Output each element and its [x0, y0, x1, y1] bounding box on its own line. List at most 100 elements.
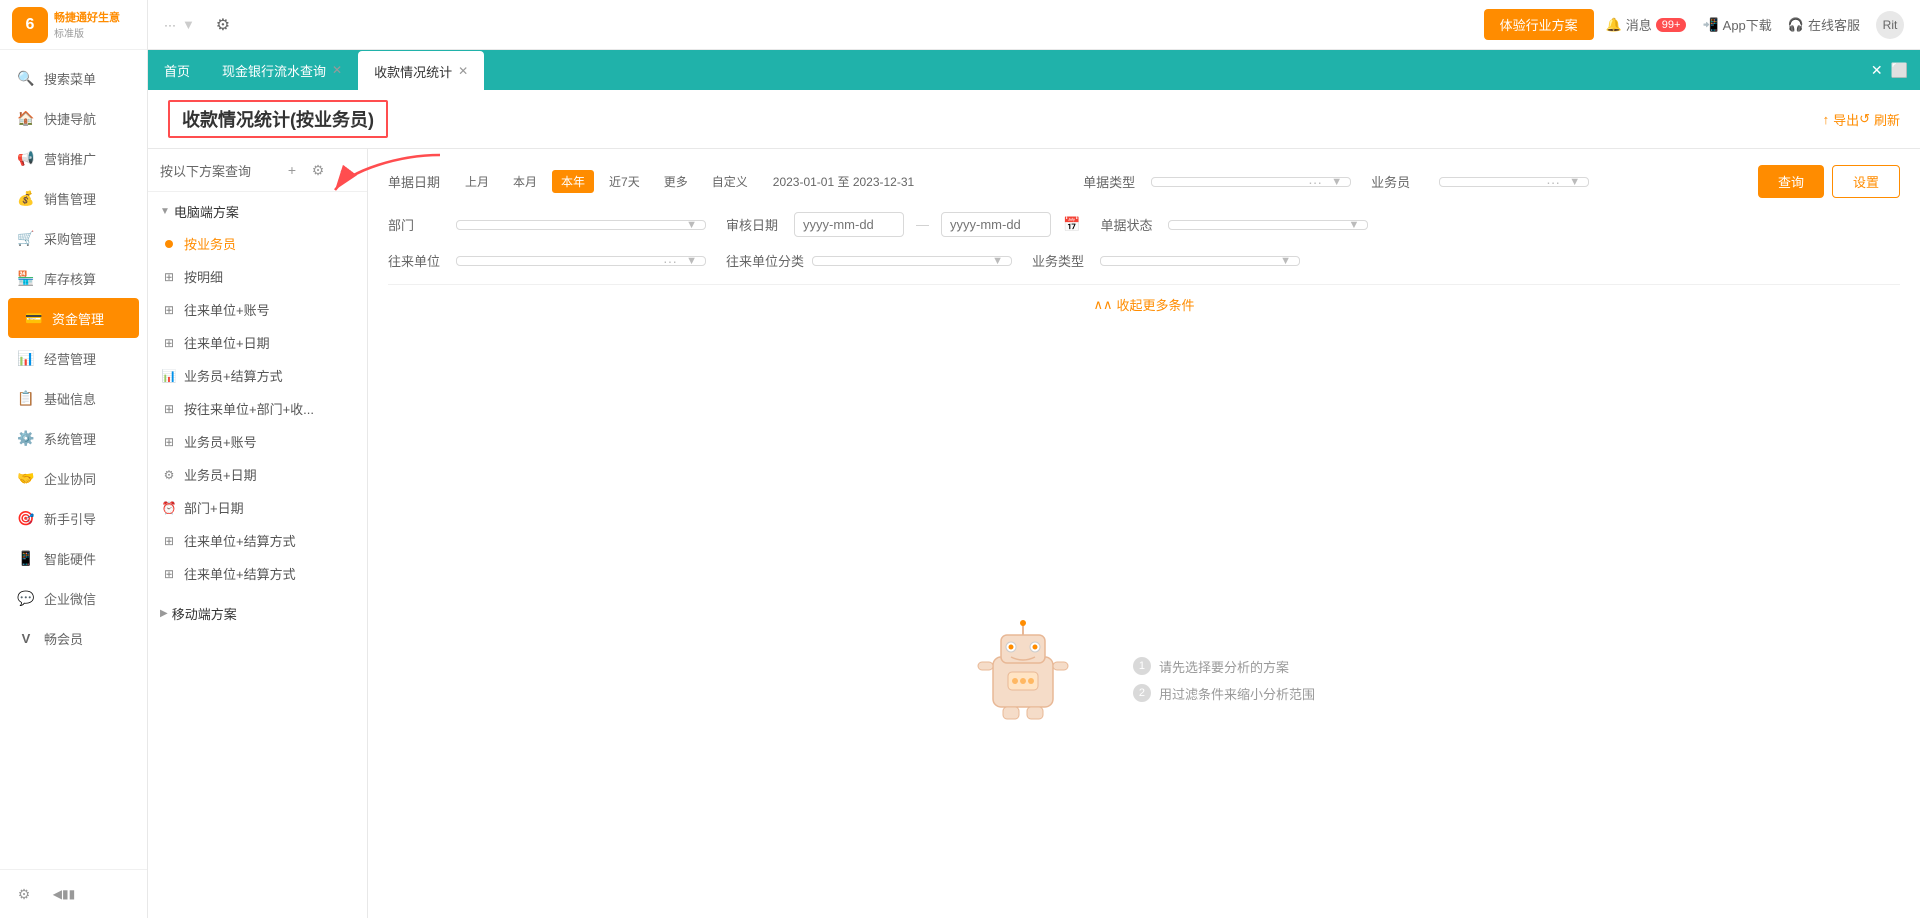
record-type-filter: 单据类型 ··· ▼ — [1083, 172, 1351, 191]
notification-btn[interactable]: 🔔 消息 99+ — [1606, 15, 1687, 34]
sidebar-settings-btn[interactable]: ⚙ — [8, 878, 40, 910]
detail-icon: ⊞ — [160, 268, 178, 286]
record-type-more-icon[interactable]: ··· — [1308, 174, 1322, 190]
salesperson-date-icon: ⚙ — [160, 466, 178, 484]
tree-item-partner-calc1[interactable]: ⊞ 往来单位+结算方式 — [148, 524, 367, 557]
dept-date-icon: ⏰ — [160, 499, 178, 517]
partner-category-select-wrapper: ▼ — [812, 256, 1012, 266]
refresh-btn[interactable]: ↺ 刷新 — [1859, 110, 1900, 129]
tab-cash-flow[interactable]: 现金银行流水查询 ✕ — [206, 50, 358, 90]
tab-maximize-btn[interactable]: ⬜ — [1891, 62, 1908, 79]
tree-item-salesperson-account[interactable]: ⊞ 业务员+账号 — [148, 425, 367, 458]
filter-row-3: 往来单位 ··· ▼ 往来单位分类 ▼ — [388, 251, 1900, 270]
tree-item-partner-dept[interactable]: ⊞ 按往来单位+部门+收... — [148, 392, 367, 425]
review-date-start[interactable] — [794, 212, 904, 237]
date-dash: — — [912, 217, 933, 232]
sidebar-item-sales[interactable]: 💰 销售管理 — [0, 178, 147, 218]
tree-section-desktop-header[interactable]: ▼ 电脑端方案 — [148, 196, 367, 227]
sidebar-item-label: 快捷导航 — [44, 109, 96, 128]
right-area: 单据日期 上月 本月 本年 近7天 更多 自定义 2023-01-01 至 20… — [368, 149, 1920, 918]
sidebar-item-operations[interactable]: 📊 经营管理 — [0, 338, 147, 378]
tree-item-label: 业务员+日期 — [184, 465, 257, 484]
operations-icon: 📊 — [16, 348, 36, 368]
review-date-end[interactable] — [941, 212, 1051, 237]
export-btn[interactable]: ↑ 导出 — [1823, 110, 1860, 129]
tree-item-label: 往来单位+结算方式 — [184, 564, 296, 583]
sidebar-item-member[interactable]: V 畅会员 — [0, 618, 147, 658]
tree-item-label: 按明细 — [184, 267, 223, 286]
collapse-more-btn[interactable]: ∧∧ 收起更多条件 — [1093, 295, 1194, 314]
tree-item-dept-date[interactable]: ⏰ 部门+日期 — [148, 491, 367, 524]
tab-label: 收款情况统计 — [374, 62, 452, 81]
tree-item-salesperson-date[interactable]: ⚙ 业务员+日期 — [148, 458, 367, 491]
hint-item-1: 1 请先选择要分析的方案 — [1133, 657, 1315, 676]
tree-item-by-detail[interactable]: ⊞ 按明细 — [148, 260, 367, 293]
tree-section-mobile-header[interactable]: ▶ 移动端方案 — [148, 598, 367, 629]
date-btn-custom[interactable]: 自定义 — [703, 170, 757, 193]
partner-calc1-icon: ⊞ — [160, 532, 178, 550]
scheme-settings-btn[interactable]: ⚙ — [307, 159, 329, 181]
robot-illustration — [973, 617, 1073, 730]
sidebar-item-basicinfo[interactable]: 📋 基础信息 — [0, 378, 147, 418]
panel-collapse-btn[interactable]: « — [333, 159, 355, 181]
tab-home[interactable]: 首页 — [148, 61, 206, 80]
date-btn-last-month[interactable]: 上月 — [456, 170, 498, 193]
sidebar-item-system[interactable]: ⚙️ 系统管理 — [0, 418, 147, 458]
date-btn-this-year[interactable]: 本年 — [552, 170, 594, 193]
page-title: 收款情况统计(按业务员) — [168, 100, 388, 138]
sidebar-item-label: 资金管理 — [52, 309, 104, 328]
tree-item-partner-calc2[interactable]: ⊞ 往来单位+结算方式 — [148, 557, 367, 590]
sidebar-item-purchase[interactable]: 🛒 采购管理 — [0, 218, 147, 258]
salesperson-more-icon[interactable]: ··· — [1546, 174, 1560, 190]
sidebar: 6 畅捷通好生意 标准版 🔍 搜索菜单 🏠 快捷导航 📢 营销推广 💰 销售管理… — [0, 0, 148, 918]
sidebar-item-hardware[interactable]: 📱 智能硬件 — [0, 538, 147, 578]
left-panel: 按以下方案查询 + ⚙ « ▼ 电脑端方案 按业务员 — [148, 149, 368, 918]
app-logo: 6 畅捷通好生意 标准版 — [0, 0, 147, 50]
online-service-btn[interactable]: 🎧 在线客服 — [1788, 15, 1860, 34]
collapse-bar: ∧∧ 收起更多条件 — [388, 284, 1900, 324]
tree-item-salesperson-calc[interactable]: 📊 业务员+结算方式 — [148, 359, 367, 392]
sidebar-item-wechat[interactable]: 💬 企业微信 — [0, 578, 147, 618]
demo-btn[interactable]: 体验行业方案 — [1484, 9, 1594, 40]
hint-num-1: 1 — [1133, 657, 1151, 675]
empty-hints: 1 请先选择要分析的方案 2 用过滤条件来缩小分析范围 — [1133, 657, 1315, 711]
tree-item-partner-account[interactable]: ⊞ 往来单位+账号 — [148, 293, 367, 326]
sidebar-item-guide[interactable]: 🎯 新手引导 — [0, 498, 147, 538]
avatar-img: Rit — [1876, 11, 1904, 39]
breadcrumb: ··· ▼ — [164, 17, 195, 32]
sidebar-item-enterprise[interactable]: 🤝 企业协同 — [0, 458, 147, 498]
tab-collection-stats[interactable]: 收款情况统计 ✕ — [358, 51, 484, 91]
partner-filter: 往来单位 ··· ▼ — [388, 251, 706, 270]
breadcrumb-text: ··· — [164, 18, 176, 32]
sidebar-collapse-btn[interactable]: ◀▮▮ — [48, 878, 80, 910]
date-btn-this-month[interactable]: 本月 — [504, 170, 546, 193]
app-download-btn[interactable]: 📲 App下载 — [1702, 15, 1771, 34]
date-btn-7days[interactable]: 近7天 — [600, 170, 649, 193]
tab-close-btn-active[interactable]: ✕ — [458, 64, 468, 78]
partner-dept-icon: ⊞ — [160, 400, 178, 418]
sidebar-item-inventory[interactable]: 🏪 库存核算 — [0, 258, 147, 298]
sidebar-item-marketing[interactable]: 📢 营销推广 — [0, 138, 147, 178]
online-service-label: 在线客服 — [1808, 15, 1860, 34]
tab-close-btn[interactable]: ✕ — [332, 63, 342, 77]
left-panel-title: 按以下方案查询 — [160, 161, 275, 180]
partner-more-icon[interactable]: ··· — [663, 253, 677, 269]
tree-item-by-salesperson[interactable]: 按业务员 — [148, 227, 367, 260]
topbar-gear-btn[interactable]: ⚙ — [207, 9, 239, 41]
sidebar-item-finance[interactable]: 💳 资金管理 — [8, 298, 139, 338]
sidebar-item-quick-nav[interactable]: 🏠 快捷导航 — [0, 98, 147, 138]
tree-item-partner-date[interactable]: ⊞ 往来单位+日期 — [148, 326, 367, 359]
add-scheme-btn[interactable]: + — [281, 159, 303, 181]
settings-btn[interactable]: 设置 — [1832, 165, 1900, 198]
biz-type-filter: 业务类型 ▼ — [1032, 251, 1300, 270]
collapse-icon: ∧∧ — [1093, 297, 1112, 313]
date-btn-more[interactable]: 更多 — [655, 170, 697, 193]
query-btn[interactable]: 查询 — [1758, 165, 1824, 198]
date-range-text: 2023-01-01 至 2023-12-31 — [773, 173, 914, 190]
sidebar-item-search-menu[interactable]: 🔍 搜索菜单 — [0, 58, 147, 98]
user-avatar[interactable]: Rit — [1876, 11, 1904, 39]
calendar-icon-start[interactable]: 📅 — [1063, 216, 1080, 233]
tab-close-window-btn[interactable]: ✕ — [1871, 62, 1883, 79]
tabbar: 首页 现金银行流水查询 ✕ 收款情况统计 ✕ ✕ ⬜ — [148, 50, 1920, 90]
collapse-label: 收起更多条件 — [1117, 295, 1195, 314]
